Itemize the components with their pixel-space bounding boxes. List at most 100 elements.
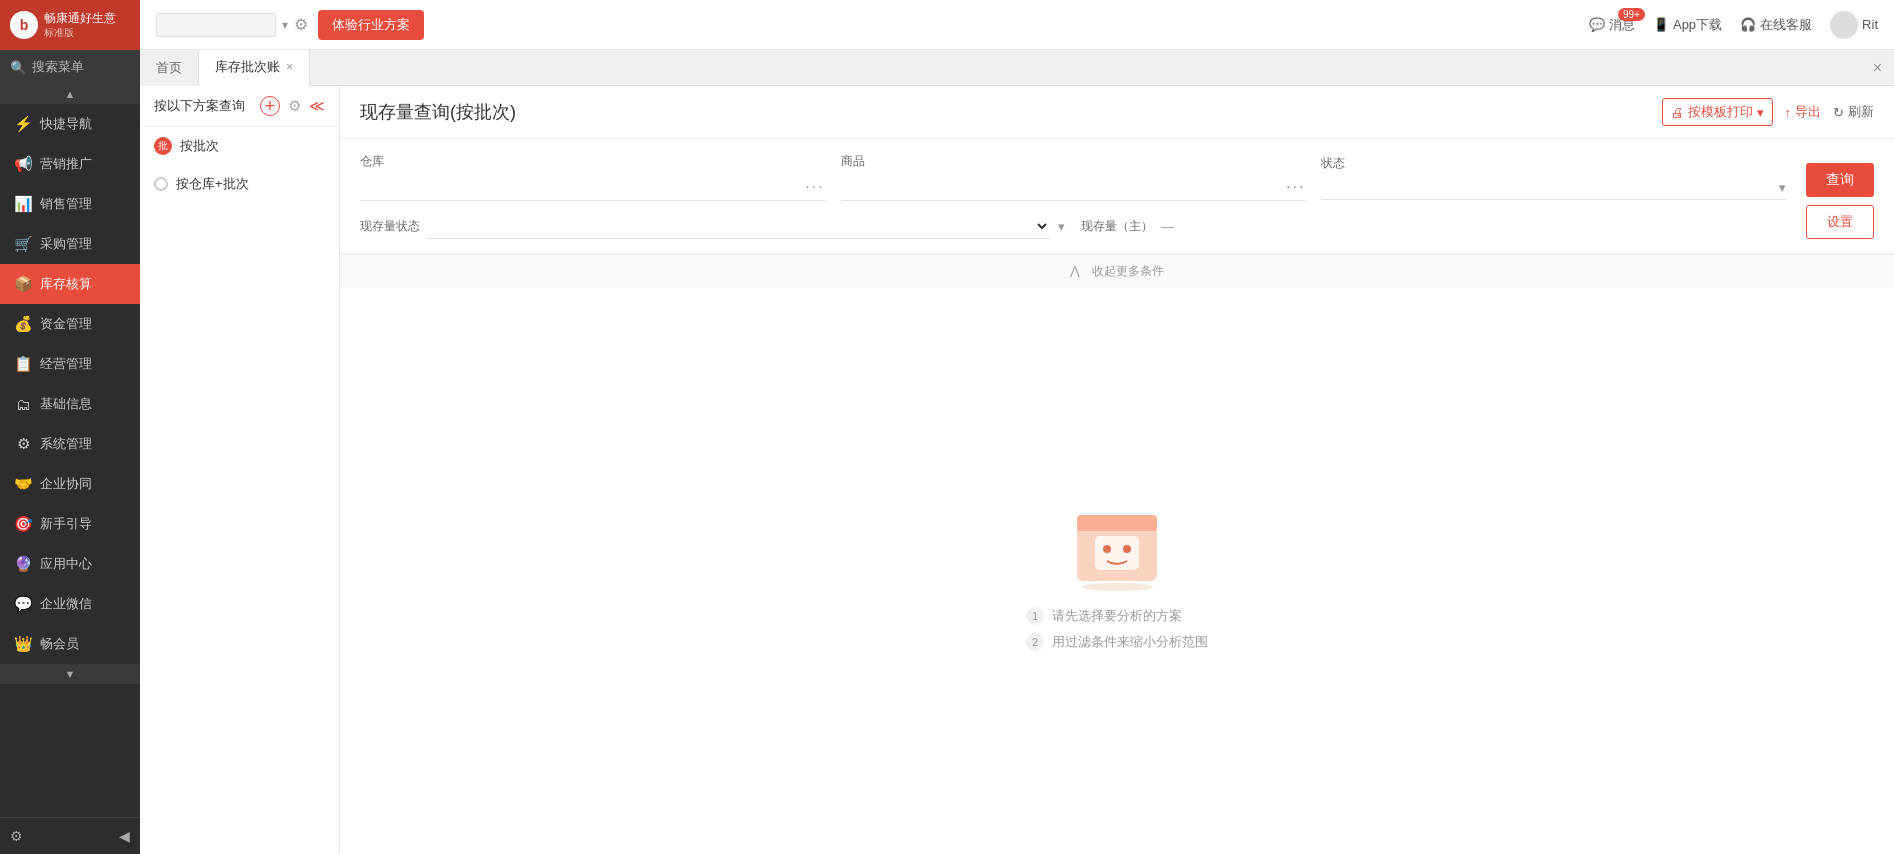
sidebar-item-enterprise[interactable]: 🤝 企业协同 bbox=[0, 464, 140, 504]
status-dropdown-icon[interactable]: ▾ bbox=[1779, 180, 1786, 195]
stock-status-label: 现存量状态 bbox=[360, 218, 420, 235]
add-scheme-btn[interactable]: + bbox=[260, 96, 280, 116]
export-label: 导出 bbox=[1795, 103, 1821, 121]
app-download-btn[interactable]: 📱 App下载 bbox=[1653, 16, 1722, 34]
print-label: 按模板打印 bbox=[1688, 103, 1753, 121]
sidebar-item-app-center[interactable]: 🔮 应用中心 bbox=[0, 544, 140, 584]
filter-scheme-by-batch[interactable]: 批 按批次 bbox=[140, 127, 339, 165]
warehouse-dots[interactable]: ··· bbox=[805, 178, 824, 196]
query-header: 现存量查询(按批次) 🖨 按模板打印 ▾ ↑ 导出 ↻ 刷新 bbox=[340, 86, 1894, 139]
sidebar: b 畅康通好生意 标准版 🔍 搜索菜单 ▲ ⚡ 快捷导航 📢 营销推广 📊 销售… bbox=[0, 0, 140, 854]
collapse-icon: ⋀ bbox=[1070, 264, 1080, 278]
sidebar-item-finance[interactable]: 💰 资金管理 bbox=[0, 304, 140, 344]
messages-btn[interactable]: 💬 消息 99+ bbox=[1589, 16, 1635, 34]
svg-point-3 bbox=[1103, 545, 1111, 553]
setup-btn[interactable]: 设置 bbox=[1806, 205, 1874, 239]
topbar-gear-icon[interactable]: ⚙ bbox=[294, 15, 308, 34]
stock-status-select[interactable] bbox=[428, 213, 1050, 239]
newbie-icon: 🎯 bbox=[14, 515, 32, 533]
dropdown-icon[interactable]: ▾ bbox=[282, 18, 288, 32]
filter-form: 仓库 ··· 商品 ··· bbox=[340, 139, 1894, 254]
quick-nav-icon: ⚡ bbox=[14, 115, 32, 133]
topbar-actions: 💬 消息 99+ 📱 App下载 🎧 在线客服 Rit bbox=[1589, 11, 1878, 39]
filter-scheme-by-warehouse-batch[interactable]: 按仓库+批次 bbox=[140, 165, 339, 203]
app-version: 标准版 bbox=[44, 26, 116, 39]
user-avatar-area[interactable]: Rit bbox=[1830, 11, 1878, 39]
filter-panel-collapse-btn[interactable]: ≪ bbox=[309, 97, 325, 115]
status-input[interactable]: ▾ bbox=[1321, 176, 1786, 200]
online-service-btn[interactable]: 🎧 在线客服 bbox=[1740, 16, 1812, 34]
export-icon: ↑ bbox=[1785, 105, 1792, 120]
sidebar-label-inventory: 库存核算 bbox=[40, 275, 92, 293]
messages-icon: 💬 bbox=[1589, 17, 1605, 32]
operations-icon: 📋 bbox=[14, 355, 32, 373]
collapse-more-btn[interactable]: ⋀ 收起更多条件 bbox=[340, 254, 1894, 288]
sidebar-item-system[interactable]: ⚙ 系统管理 bbox=[0, 424, 140, 464]
refresh-icon: ↻ bbox=[1833, 105, 1844, 120]
query-btn[interactable]: 查询 bbox=[1806, 163, 1874, 197]
app-center-icon: 🔮 bbox=[14, 555, 32, 573]
sidebar-item-operations[interactable]: 📋 经营管理 bbox=[0, 344, 140, 384]
tab-close-icon[interactable]: × bbox=[286, 60, 293, 74]
scheme-by-warehouse-batch-radio bbox=[154, 177, 168, 191]
status-label: 状态 bbox=[1321, 155, 1786, 172]
experience-btn[interactable]: 体验行业方案 bbox=[318, 10, 424, 40]
svg-point-4 bbox=[1123, 545, 1131, 553]
sidebar-nav: ▲ ⚡ 快捷导航 📢 营销推广 📊 销售管理 🛒 采购管理 📦 库存核算 💰 资… bbox=[0, 84, 140, 817]
sidebar-item-purchase[interactable]: 🛒 采购管理 bbox=[0, 224, 140, 264]
product-dots[interactable]: ··· bbox=[1286, 178, 1305, 196]
sidebar-item-newbie[interactable]: 🎯 新手引导 bbox=[0, 504, 140, 544]
close-all-btn[interactable]: × bbox=[1861, 59, 1894, 77]
scroll-up-btn[interactable]: ▲ bbox=[0, 84, 140, 104]
search-icon: 🔍 bbox=[10, 60, 26, 75]
sidebar-label-purchase: 采购管理 bbox=[40, 235, 92, 253]
sidebar-label-quick-nav: 快捷导航 bbox=[40, 115, 92, 133]
stock-qty-label: 现存量（主） bbox=[1081, 218, 1153, 235]
empty-hint-1: 1 请先选择要分析的方案 bbox=[1026, 607, 1208, 625]
online-service-icon: 🎧 bbox=[1740, 17, 1756, 32]
sidebar-item-member[interactable]: 👑 畅会员 bbox=[0, 624, 140, 664]
settings-btn[interactable]: ⚙ bbox=[10, 828, 23, 844]
filter-panel: 按以下方案查询 + ⚙ ≪ 批 按批次 按仓库+批次 bbox=[140, 86, 340, 854]
scroll-down-btn[interactable]: ▼ bbox=[0, 664, 140, 684]
sidebar-item-marketing[interactable]: 📢 营销推广 bbox=[0, 144, 140, 184]
purchase-icon: 🛒 bbox=[14, 235, 32, 253]
tab-inventory-batch[interactable]: 库存批次账 × bbox=[199, 50, 310, 86]
messages-badge: 99+ bbox=[1618, 8, 1645, 21]
stock-status-dropdown-icon[interactable]: ▾ bbox=[1058, 219, 1065, 234]
sidebar-label-wechat: 企业微信 bbox=[40, 595, 92, 613]
username: Rit bbox=[1862, 17, 1878, 32]
export-btn[interactable]: ↑ 导出 bbox=[1785, 103, 1822, 121]
sidebar-item-inventory[interactable]: 📦 库存核算 bbox=[0, 264, 140, 304]
sidebar-label-finance: 资金管理 bbox=[40, 315, 92, 333]
query-header-actions: 🖨 按模板打印 ▾ ↑ 导出 ↻ 刷新 bbox=[1662, 98, 1875, 126]
warehouse-input[interactable]: ··· bbox=[360, 174, 825, 201]
tab-home[interactable]: 首页 bbox=[140, 50, 199, 86]
sidebar-item-quick-nav[interactable]: ⚡ 快捷导航 bbox=[0, 104, 140, 144]
sidebar-footer: ⚙ ◀ bbox=[0, 817, 140, 854]
print-dropdown-icon: ▾ bbox=[1757, 105, 1764, 120]
product-field: 商品 ··· bbox=[841, 153, 1306, 201]
app-name: 畅康通好生意 bbox=[44, 11, 116, 27]
topbar-search-input[interactable] bbox=[156, 13, 276, 37]
filter-panel-gear-icon[interactable]: ⚙ bbox=[288, 97, 301, 115]
product-input[interactable]: ··· bbox=[841, 174, 1306, 201]
empty-hint-2: 2 用过滤条件来缩小分析范围 bbox=[1026, 633, 1208, 651]
query-area: 现存量查询(按批次) 🖨 按模板打印 ▾ ↑ 导出 ↻ 刷新 bbox=[340, 86, 1894, 854]
sidebar-item-sales[interactable]: 📊 销售管理 bbox=[0, 184, 140, 224]
tabbar: 首页 库存批次账 × × bbox=[140, 50, 1894, 86]
collapse-label: 收起更多条件 bbox=[1092, 264, 1164, 278]
filter-row-main: 仓库 ··· 商品 ··· bbox=[360, 153, 1874, 239]
refresh-label: 刷新 bbox=[1848, 103, 1874, 121]
inventory-icon: 📦 bbox=[14, 275, 32, 293]
search-menu[interactable]: 🔍 搜索菜单 bbox=[0, 50, 140, 84]
collapse-sidebar-btn[interactable]: ◀ bbox=[119, 828, 130, 844]
sidebar-item-basics[interactable]: 🗂 基础信息 bbox=[0, 384, 140, 424]
sidebar-label-marketing: 营销推广 bbox=[40, 155, 92, 173]
hint-text-1: 请先选择要分析的方案 bbox=[1052, 607, 1182, 625]
wechat-icon: 💬 bbox=[14, 595, 32, 613]
online-service-label: 在线客服 bbox=[1760, 16, 1812, 34]
refresh-btn[interactable]: ↻ 刷新 bbox=[1833, 103, 1874, 121]
sidebar-item-wechat[interactable]: 💬 企业微信 bbox=[0, 584, 140, 624]
print-btn[interactable]: 🖨 按模板打印 ▾ bbox=[1662, 98, 1773, 126]
